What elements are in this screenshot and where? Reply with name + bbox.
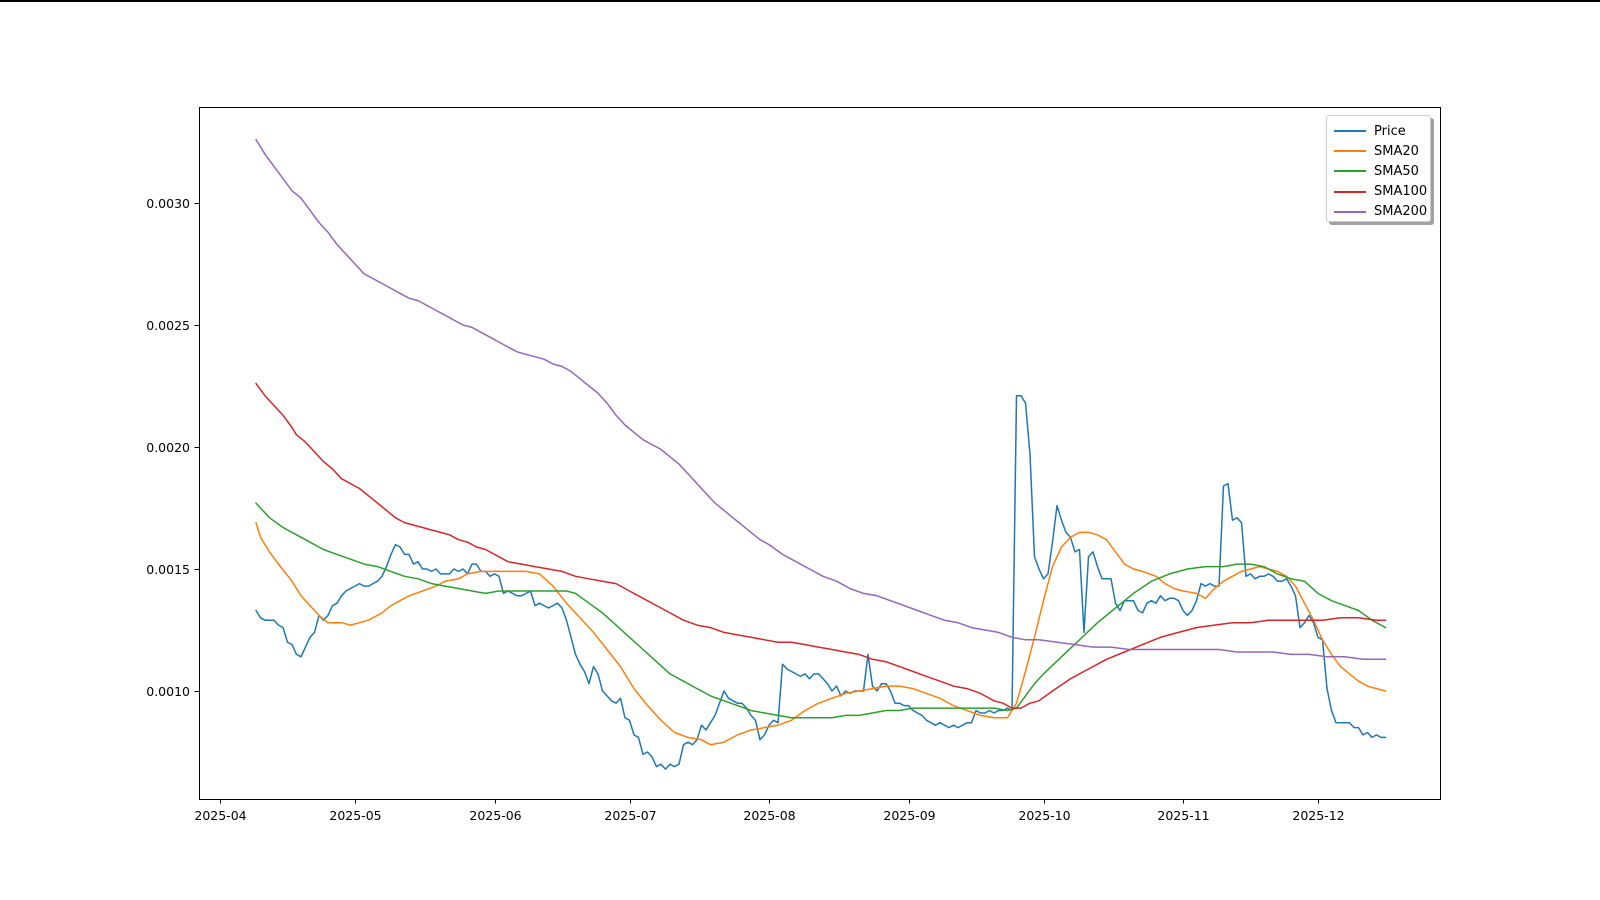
- legend-label: SMA100: [1374, 184, 1428, 200]
- y-tick-label: 0.0020: [146, 440, 190, 455]
- legend-swatch-sma200: [1334, 210, 1366, 213]
- legend: Price SMA20 SMA50 SMA100 SMA200: [1326, 115, 1431, 222]
- x-tick-label: 2025-09: [883, 808, 935, 823]
- x-tick-label: 2025-05: [329, 808, 381, 823]
- legend-swatch-sma100: [1334, 190, 1366, 193]
- series-line-sma100: [255, 382, 1387, 709]
- legend-item-price: Price: [1334, 121, 1426, 141]
- legend-swatch-sma50: [1334, 170, 1366, 173]
- legend-item-sma200: SMA200: [1334, 202, 1428, 222]
- y-tick-label: 0.0015: [146, 562, 190, 577]
- legend-label: Price: [1374, 123, 1406, 139]
- x-tick-label: 2025-08: [743, 808, 795, 823]
- y-tick-label: 0.0025: [146, 318, 190, 333]
- x-tick-label: 2025-07: [604, 808, 656, 823]
- x-tick-label: 2025-12: [1292, 808, 1344, 823]
- legend-label: SMA200: [1374, 204, 1428, 220]
- legend-item-sma100: SMA100: [1334, 182, 1428, 202]
- legend-swatch-sma20: [1334, 150, 1366, 153]
- legend-item-sma50: SMA50: [1334, 161, 1426, 181]
- x-tick-label: 2025-10: [1018, 808, 1070, 823]
- x-tick-label: 2025-06: [469, 808, 521, 823]
- x-tick-label: 2025-11: [1157, 808, 1209, 823]
- y-tick-label: 0.0010: [146, 684, 190, 699]
- screenshot-stage: 2025-04 2025-05 2025-06 2025-07 2025-08 2025-…: [0, 0, 1600, 900]
- y-tick-label: 0.0030: [146, 196, 190, 211]
- legend-label: SMA20: [1374, 143, 1419, 159]
- plot-frame: [199, 107, 1441, 800]
- series-line-price: [255, 395, 1387, 770]
- legend-item-sma20: SMA20: [1334, 141, 1426, 161]
- x-tick-label: 2025-04: [194, 808, 246, 823]
- series-line-sma20: [255, 521, 1387, 746]
- legend-swatch-price: [1334, 130, 1366, 133]
- legend-label: SMA50: [1374, 163, 1419, 179]
- series-line-sma50: [255, 502, 1387, 719]
